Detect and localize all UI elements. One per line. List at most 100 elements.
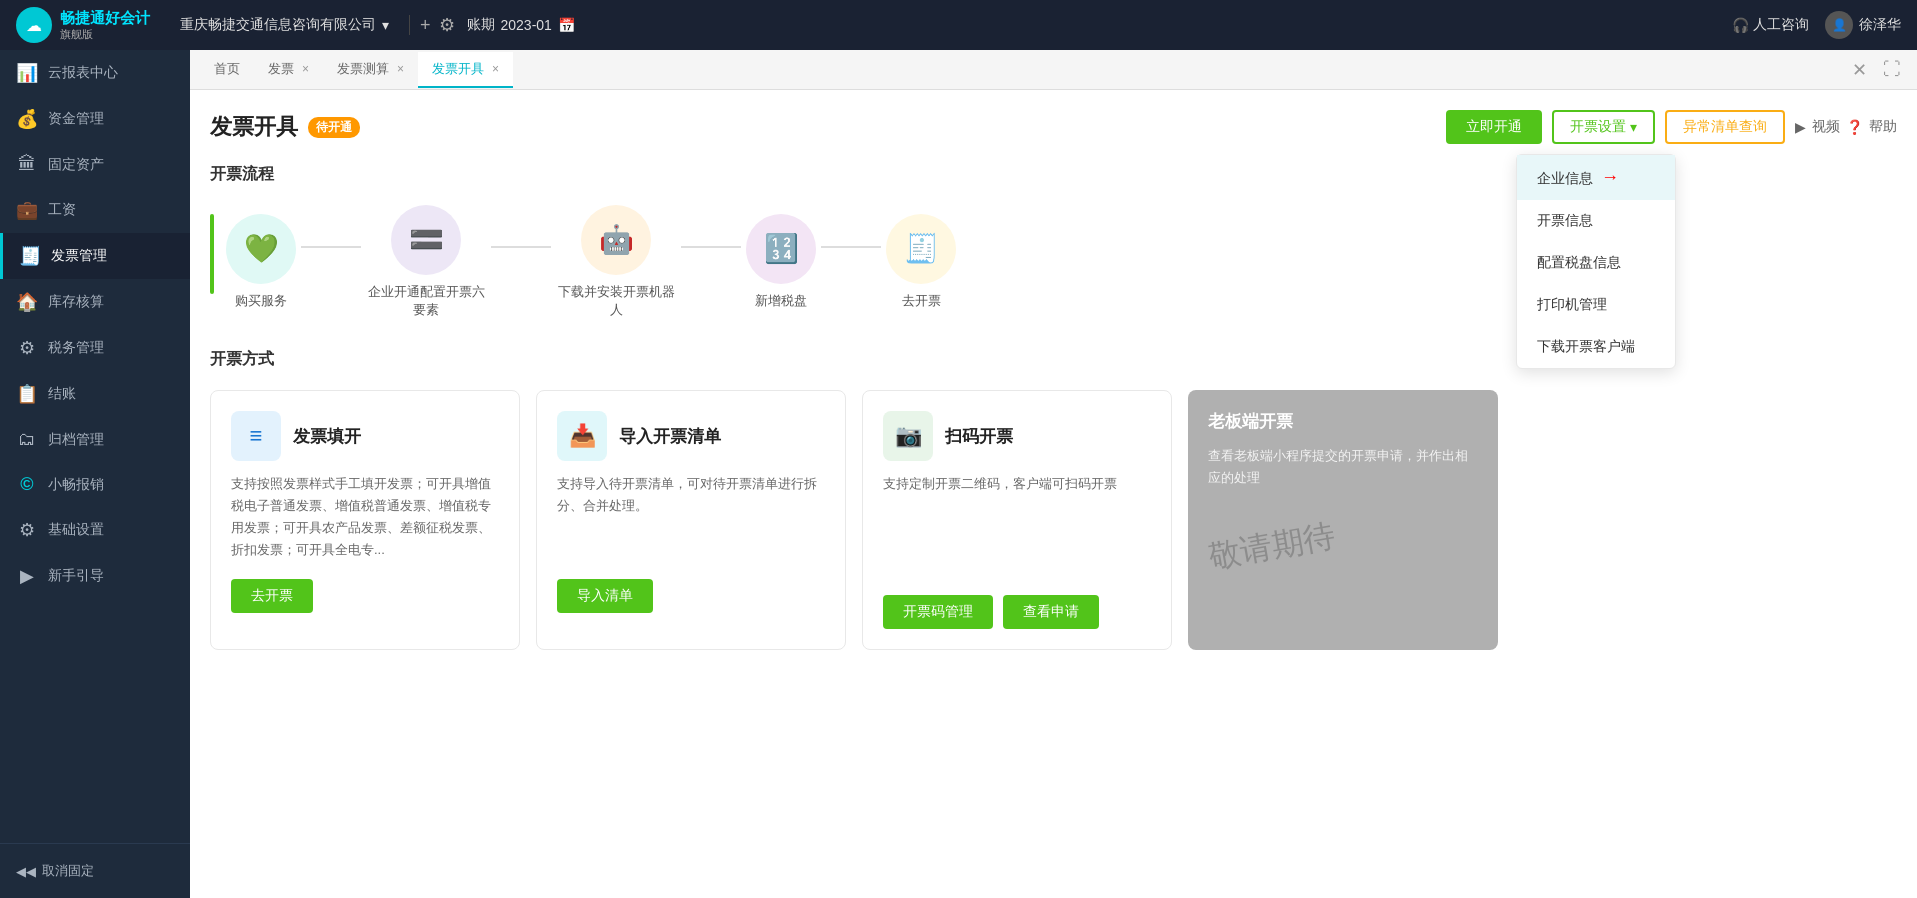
sidebar-item-settlement[interactable]: 📋 结账	[0, 371, 190, 417]
status-badge: 待开通	[308, 117, 360, 138]
tab-close-invoice[interactable]: ×	[302, 62, 309, 76]
download-client-label: 下载开票客户端	[1537, 338, 1635, 354]
calendar-icon[interactable]: 📅	[558, 17, 575, 33]
logo-text-area: 畅捷通好会计 旗舰版	[60, 9, 150, 42]
scan-invoice-title: 扫码开票	[945, 425, 1013, 448]
invoice-code-mgmt-btn[interactable]: 开票码管理	[883, 595, 993, 629]
main-area: 📊 云报表中心 💰 资金管理 🏛 固定资产 💼 工资 🧾 发票管理 🏠	[0, 50, 1917, 898]
sidebar-label-invoice: 发票管理	[51, 247, 107, 265]
sidebar-label-archive: 归档管理	[48, 431, 104, 449]
cloud-report-icon: 📊	[16, 62, 38, 84]
method-cards: ≡ 发票填开 支持按照发票样式手工填开发票；可开具增值税电子普通发票、增值税普通…	[210, 390, 1897, 650]
settings-button[interactable]: 开票设置 ▾	[1552, 110, 1655, 144]
activate-button[interactable]: 立即开通	[1446, 110, 1542, 144]
dropdown-item-printer[interactable]: 打印机管理	[1517, 284, 1675, 326]
cancel-pin-label: 取消固定	[42, 862, 94, 880]
settings-icon[interactable]: ⚙	[439, 14, 455, 36]
connector-4	[821, 246, 881, 248]
expand-button[interactable]: ⛶	[1877, 57, 1907, 82]
video-label: 视频	[1812, 118, 1840, 136]
settings-label: 开票设置	[1570, 118, 1626, 136]
tab-bar: 首页 发票 × 发票测算 × 发票开具 × ✕ ⛶	[190, 50, 1917, 90]
tab-invoice[interactable]: 发票 ×	[254, 52, 323, 88]
consultation-label: 人工咨询	[1753, 16, 1809, 34]
flow-step-border: 💚 购买服务	[210, 214, 296, 310]
sidebar-item-invoice-mgmt[interactable]: 🧾 发票管理	[0, 233, 190, 279]
sidebar-label-inventory: 库存核算	[48, 293, 104, 311]
step2-label: 企业开通配置开票六要素	[366, 283, 486, 319]
card-import-header: 📥 导入开票清单	[557, 411, 825, 461]
company-selector[interactable]: 重庆畅捷交通信息咨询有限公司 ▾	[170, 12, 399, 38]
question-icon: ❓	[1846, 119, 1863, 135]
video-help-area: ▶ 视频 ❓ 帮助	[1795, 118, 1897, 136]
tax-config-label: 配置税盘信息	[1537, 254, 1621, 270]
consultation-button[interactable]: 🎧 人工咨询	[1732, 16, 1809, 34]
sidebar-item-salary[interactable]: 💼 工资	[0, 187, 190, 233]
step1-icon: 💚	[226, 214, 296, 284]
pin-icon: ◀◀	[16, 864, 36, 879]
fill-invoice-desc: 支持按照发票样式手工填开发票；可开具增值税电子普通发票、增值税普通发票、增值税专…	[231, 473, 499, 563]
sidebar-item-archive[interactable]: 🗂 归档管理	[0, 417, 190, 462]
card-fill-header: ≡ 发票填开	[231, 411, 499, 461]
tab-invoice-calc[interactable]: 发票测算 ×	[323, 52, 418, 88]
avatar: 👤	[1825, 11, 1853, 39]
close-tab-button[interactable]: ✕	[1846, 57, 1873, 83]
dropdown-item-download-client[interactable]: 下载开票客户端	[1517, 326, 1675, 368]
app-name: 畅捷通好会计	[60, 9, 150, 27]
sidebar-label-fund: 资金管理	[48, 110, 104, 128]
view-application-btn[interactable]: 查看申请	[1003, 595, 1099, 629]
step1-label: 购买服务	[235, 292, 287, 310]
tax-icon: ⚙	[16, 337, 38, 359]
tab-label-invoice: 发票	[268, 60, 294, 78]
play-icon[interactable]: ▶	[1795, 119, 1806, 135]
company-info-label: 企业信息	[1537, 170, 1593, 186]
sidebar-item-basic-settings[interactable]: ⚙ 基础设置	[0, 507, 190, 553]
sidebar: 📊 云报表中心 💰 资金管理 🏛 固定资产 💼 工资 🧾 发票管理 🏠	[0, 50, 190, 898]
headset-icon: 🎧	[1732, 17, 1749, 33]
scan-invoice-desc: 支持定制开票二维码，客户端可扫码开票	[883, 473, 1151, 563]
salary-icon: 💼	[16, 199, 38, 221]
sidebar-item-inventory[interactable]: 🏠 库存核算	[0, 279, 190, 325]
sidebar-label-guide: 新手引导	[48, 567, 104, 585]
sidebar-item-new-guide[interactable]: ▶ 新手引导	[0, 553, 190, 599]
company-name: 重庆畅捷交通信息咨询有限公司	[180, 16, 376, 34]
sidebar-item-xiaochang[interactable]: © 小畅报销	[0, 462, 190, 507]
top-bar: ☁ 畅捷通好会计 旗舰版 重庆畅捷交通信息咨询有限公司 ▾ + ⚙ 账期 202…	[0, 0, 1917, 50]
fund-icon: 💰	[16, 108, 38, 130]
import-list-btn[interactable]: 导入清单	[557, 579, 653, 613]
page-title-text: 发票开具	[210, 112, 298, 142]
cancel-pin-button[interactable]: ◀◀ 取消固定	[0, 852, 190, 890]
settings-gear-icon: ⚙	[16, 519, 38, 541]
sidebar-item-fixed-assets[interactable]: 🏛 固定资产	[0, 142, 190, 187]
archive-icon: 🗂	[16, 429, 38, 450]
flow-step-4: 🔢 新增税盘	[746, 214, 816, 310]
settings-dropdown: 企业信息 → 开票信息 配置税盘信息 打印机管理	[1516, 154, 1676, 369]
sidebar-bottom: ◀◀ 取消固定	[0, 843, 190, 898]
sidebar-item-fund-mgmt[interactable]: 💰 资金管理	[0, 96, 190, 142]
xiaochang-icon: ©	[16, 474, 38, 495]
sidebar-label-xiaochang: 小畅报销	[48, 476, 104, 494]
dropdown-item-invoice-info[interactable]: 开票信息	[1517, 200, 1675, 242]
add-icon[interactable]: +	[420, 15, 431, 36]
dropdown-chevron-icon: ▾	[1630, 119, 1637, 135]
step5-label: 去开票	[902, 292, 941, 310]
pending-watermark: 敬请期待	[1205, 514, 1339, 580]
tab-invoice-issue[interactable]: 发票开具 ×	[418, 52, 513, 88]
tab-close-calc[interactable]: ×	[397, 62, 404, 76]
fill-invoice-title: 发票填开	[293, 425, 361, 448]
page-title-area: 发票开具 待开通	[210, 112, 360, 142]
abnormal-list-button[interactable]: 异常清单查询	[1665, 110, 1785, 144]
dropdown-item-tax-config[interactable]: 配置税盘信息	[1517, 242, 1675, 284]
flow-step-2: 🟰 企业开通配置开票六要素	[366, 205, 486, 319]
dropdown-item-company-info[interactable]: 企业信息 →	[1517, 155, 1675, 200]
period-value: 2023-01	[501, 17, 552, 33]
tab-close-issue[interactable]: ×	[492, 62, 499, 76]
guide-icon: ▶	[16, 565, 38, 587]
sidebar-item-cloud-report[interactable]: 📊 云报表中心	[0, 50, 190, 96]
tab-home[interactable]: 首页	[200, 52, 254, 88]
fixed-assets-icon: 🏛	[16, 154, 38, 175]
fill-invoice-btn[interactable]: 去开票	[231, 579, 313, 613]
divider	[409, 15, 410, 35]
sidebar-label-settings: 基础设置	[48, 521, 104, 539]
sidebar-item-tax-mgmt[interactable]: ⚙ 税务管理	[0, 325, 190, 371]
